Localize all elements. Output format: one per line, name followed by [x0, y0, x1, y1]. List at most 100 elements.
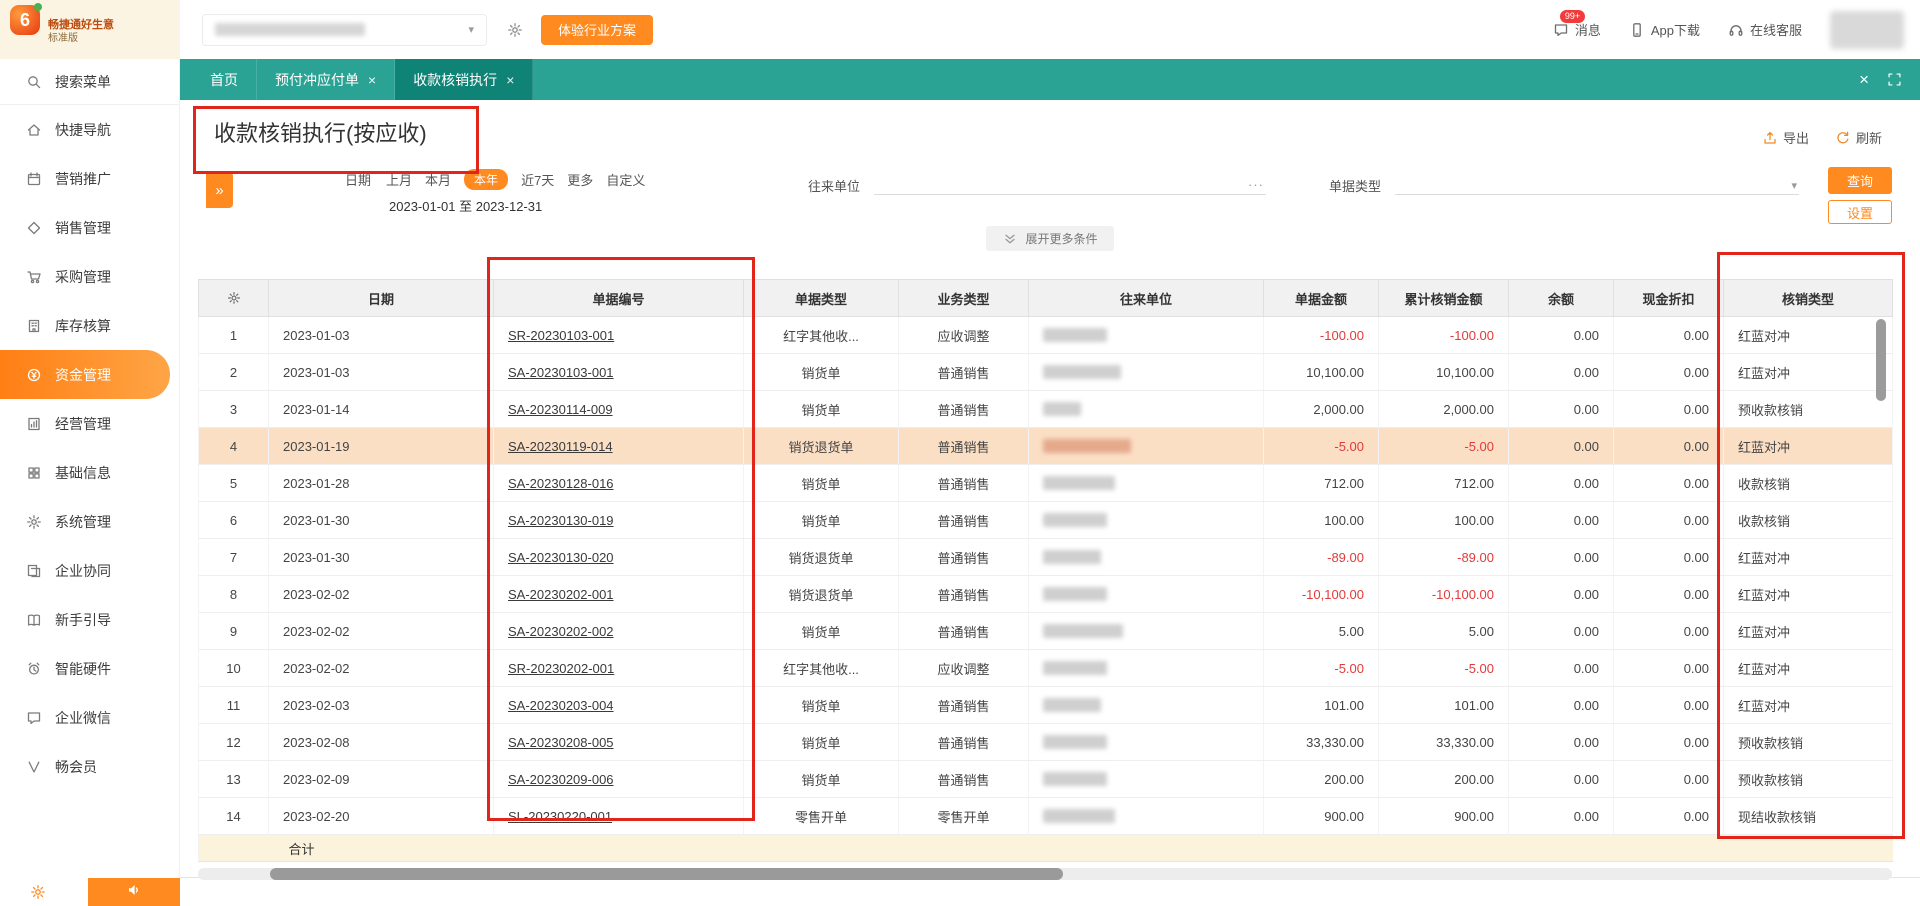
doc-no-link[interactable]: SR-20230202-001 — [508, 661, 614, 676]
online-support-button[interactable]: 在线客服 — [1728, 20, 1802, 39]
avatar[interactable] — [1830, 10, 1904, 49]
table-row[interactable]: 7 2023-01-30 SA-20230130-020 销货退货单 普通销售 -89.0… — [198, 538, 1893, 576]
doc-no-link[interactable]: SA-20230208-005 — [508, 735, 614, 750]
tab-close-icon[interactable]: × — [506, 72, 514, 88]
column-header-1[interactable]: 单据编号 — [493, 279, 744, 317]
table-row[interactable]: 10 2023-02-02 SR-20230202-001 红字其他收... 应收调整 -… — [198, 649, 1893, 687]
table-total-row: 合计 — [198, 834, 1893, 862]
table-row[interactable]: 1 2023-01-03 SR-20230103-001 红字其他收... 应收调整 -1… — [198, 316, 1893, 354]
customer-cell-blurred — [1028, 612, 1264, 650]
table-row[interactable]: 14 2023-02-20 SL-20230220-001 零售开单 零售开单 900.0… — [198, 797, 1893, 835]
tab-close-icon[interactable]: × — [368, 72, 376, 88]
date-range-value[interactable]: 2023-01-01 至 2023-12-31 — [389, 196, 645, 215]
doc-no-link[interactable]: SA-20230202-001 — [508, 587, 614, 602]
sidebar-item-wecom[interactable]: 企业微信 — [0, 693, 179, 742]
refresh-button[interactable]: 刷新 — [1835, 128, 1882, 147]
table-row[interactable]: 5 2023-01-28 SA-20230128-016 销货单 普通销售 712.00 7… — [198, 464, 1893, 502]
sidebar-item-system[interactable]: 系统管理 — [0, 497, 179, 546]
topbar-settings-gear-icon[interactable] — [507, 22, 523, 38]
collapse-sidebar-button[interactable] — [88, 878, 180, 906]
search-button[interactable]: 查询 — [1828, 167, 1892, 194]
settings-button[interactable]: 设置 — [1828, 200, 1892, 224]
doc-no-link[interactable]: SA-20230103-001 — [508, 365, 614, 380]
sidebar-item-quick-nav[interactable]: 快捷导航 — [0, 105, 179, 154]
table-row[interactable]: 6 2023-01-30 SA-20230130-019 销货单 普通销售 100.00 1… — [198, 501, 1893, 539]
sidebar-item-operations[interactable]: 经营管理 — [0, 399, 179, 448]
sidebar-item-search-menu[interactable]: 搜索菜单 — [0, 59, 179, 105]
horizontal-scrollbar-thumb[interactable] — [270, 868, 1063, 880]
tab-receipt-writeoff[interactable]: 收款核销执行 × — [395, 59, 534, 100]
row-number-cell: 11 — [198, 686, 269, 724]
table-row[interactable]: 8 2023-02-02 SA-20230202-001 销货退货单 普通销售 -10,1… — [198, 575, 1893, 613]
doc-no-link[interactable]: SA-20230130-020 — [508, 550, 614, 565]
date-option-3[interactable]: 近7天 — [521, 170, 554, 189]
sidebar-settings-gear-icon[interactable] — [30, 884, 46, 900]
doc-no-link[interactable]: SA-20230203-004 — [508, 698, 614, 713]
sidebar-item-member[interactable]: 畅会员 — [0, 742, 179, 791]
doc-no-link[interactable]: SA-20230119-014 — [508, 439, 613, 454]
column-header-5[interactable]: 单据金额 — [1263, 279, 1379, 317]
export-icon — [1762, 130, 1778, 146]
fullscreen-icon[interactable] — [1887, 72, 1902, 87]
doc-no-link[interactable]: SA-20230202-002 — [508, 624, 614, 639]
collapse-filter-button[interactable]: » — [206, 172, 233, 208]
biz-type-cell: 普通销售 — [898, 538, 1029, 576]
verify-type-cell: 收款核销 — [1723, 501, 1893, 539]
sidebar-item-collaboration[interactable]: 企业协同 — [0, 546, 179, 595]
table-row[interactable]: 2 2023-01-03 SA-20230103-001 销货单 普通销售 10,100.… — [198, 353, 1893, 391]
table-row[interactable]: 13 2023-02-09 SA-20230209-006 销货单 普通销售 200.00… — [198, 760, 1893, 798]
customer-cell-blurred — [1028, 464, 1264, 502]
settled-cell: 10,100.00 — [1378, 353, 1509, 391]
doc-type-cell: 销货单 — [743, 390, 899, 428]
column-header-6[interactable]: 累计核销金额 — [1378, 279, 1509, 317]
column-header-9[interactable]: 核销类型 — [1723, 279, 1893, 317]
export-button[interactable]: 导出 — [1762, 128, 1809, 147]
horizontal-scrollbar[interactable] — [198, 868, 1892, 880]
date-option-5[interactable]: 自定义 — [606, 170, 645, 189]
doc-no-link[interactable]: SL-20230220-001 — [508, 809, 612, 824]
sidebar-item-guide[interactable]: 新手引导 — [0, 595, 179, 644]
date-option-2[interactable]: 本年 — [464, 168, 509, 190]
partner-input[interactable]: ··· — [874, 174, 1267, 195]
vertical-scrollbar-thumb[interactable] — [1876, 319, 1886, 401]
doc-type-select[interactable]: ▾ — [1395, 174, 1800, 195]
column-header-4[interactable]: 往来单位 — [1028, 279, 1264, 317]
app-download-button[interactable]: App下载 — [1629, 20, 1700, 39]
column-header-3[interactable]: 业务类型 — [898, 279, 1029, 317]
column-header-8[interactable]: 现金折扣 — [1613, 279, 1724, 317]
doc-no-link[interactable]: SR-20230103-001 — [508, 328, 614, 343]
messages-button[interactable]: 99+ 消息 — [1553, 9, 1601, 39]
sidebar-item-smart-hardware[interactable]: 智能硬件 — [0, 644, 179, 693]
store-selector[interactable]: ▾ — [202, 13, 487, 46]
date-option-0[interactable]: 上月 — [386, 170, 412, 189]
table-row[interactable]: 11 2023-02-03 SA-20230203-004 销货单 普通销售 101.00… — [198, 686, 1893, 724]
column-header-0[interactable]: 日期 — [268, 279, 494, 317]
sidebar-item-base-info[interactable]: 基础信息 — [0, 448, 179, 497]
sidebar-item-marketing[interactable]: 营销推广 — [0, 154, 179, 203]
table-row[interactable]: 9 2023-02-02 SA-20230202-002 销货单 普通销售 5.00 5.0… — [198, 612, 1893, 650]
sidebar-item-purchase[interactable]: 采购管理 — [0, 252, 179, 301]
date-option-4[interactable]: 更多 — [567, 170, 593, 189]
close-tabs-icon[interactable]: × — [1859, 70, 1869, 90]
expand-more-button[interactable]: 展开更多条件 — [986, 226, 1114, 251]
table-row[interactable]: 4 2023-01-19 SA-20230119-014 销货退货单 普通销售 -5.00… — [198, 427, 1893, 465]
doc-no-link[interactable]: SA-20230209-006 — [508, 772, 614, 787]
column-settings-header[interactable] — [198, 279, 269, 317]
sidebar-item-inventory[interactable]: 库存核算 — [0, 301, 179, 350]
date-option-1[interactable]: 本月 — [425, 170, 451, 189]
amount-cell: 33,330.00 — [1263, 723, 1379, 761]
trial-solution-button[interactable]: 体验行业方案 — [541, 14, 654, 45]
sidebar-item-sales[interactable]: 销售管理 — [0, 203, 179, 252]
column-header-7[interactable]: 余额 — [1508, 279, 1614, 317]
sidebar-item-funds[interactable]: 资金管理 — [0, 350, 170, 399]
tab-prepay-writeoff[interactable]: 预付冲应付单 × — [257, 59, 396, 100]
doc-no-link[interactable]: SA-20230128-016 — [508, 476, 614, 491]
column-header-2[interactable]: 单据类型 — [743, 279, 899, 317]
doc-no-link[interactable]: SA-20230130-019 — [508, 513, 614, 528]
doc-no-link[interactable]: SA-20230114-009 — [508, 402, 613, 417]
more-icon[interactable]: ··· — [1248, 177, 1264, 192]
table-row[interactable]: 12 2023-02-08 SA-20230208-005 销货单 普通销售 33,330… — [198, 723, 1893, 761]
doc-type-filter-label: 单据类型 — [1329, 179, 1382, 194]
tab-home[interactable]: 首页 — [192, 59, 257, 100]
table-row[interactable]: 3 2023-01-14 SA-20230114-009 销货单 普通销售 2,000.0… — [198, 390, 1893, 428]
